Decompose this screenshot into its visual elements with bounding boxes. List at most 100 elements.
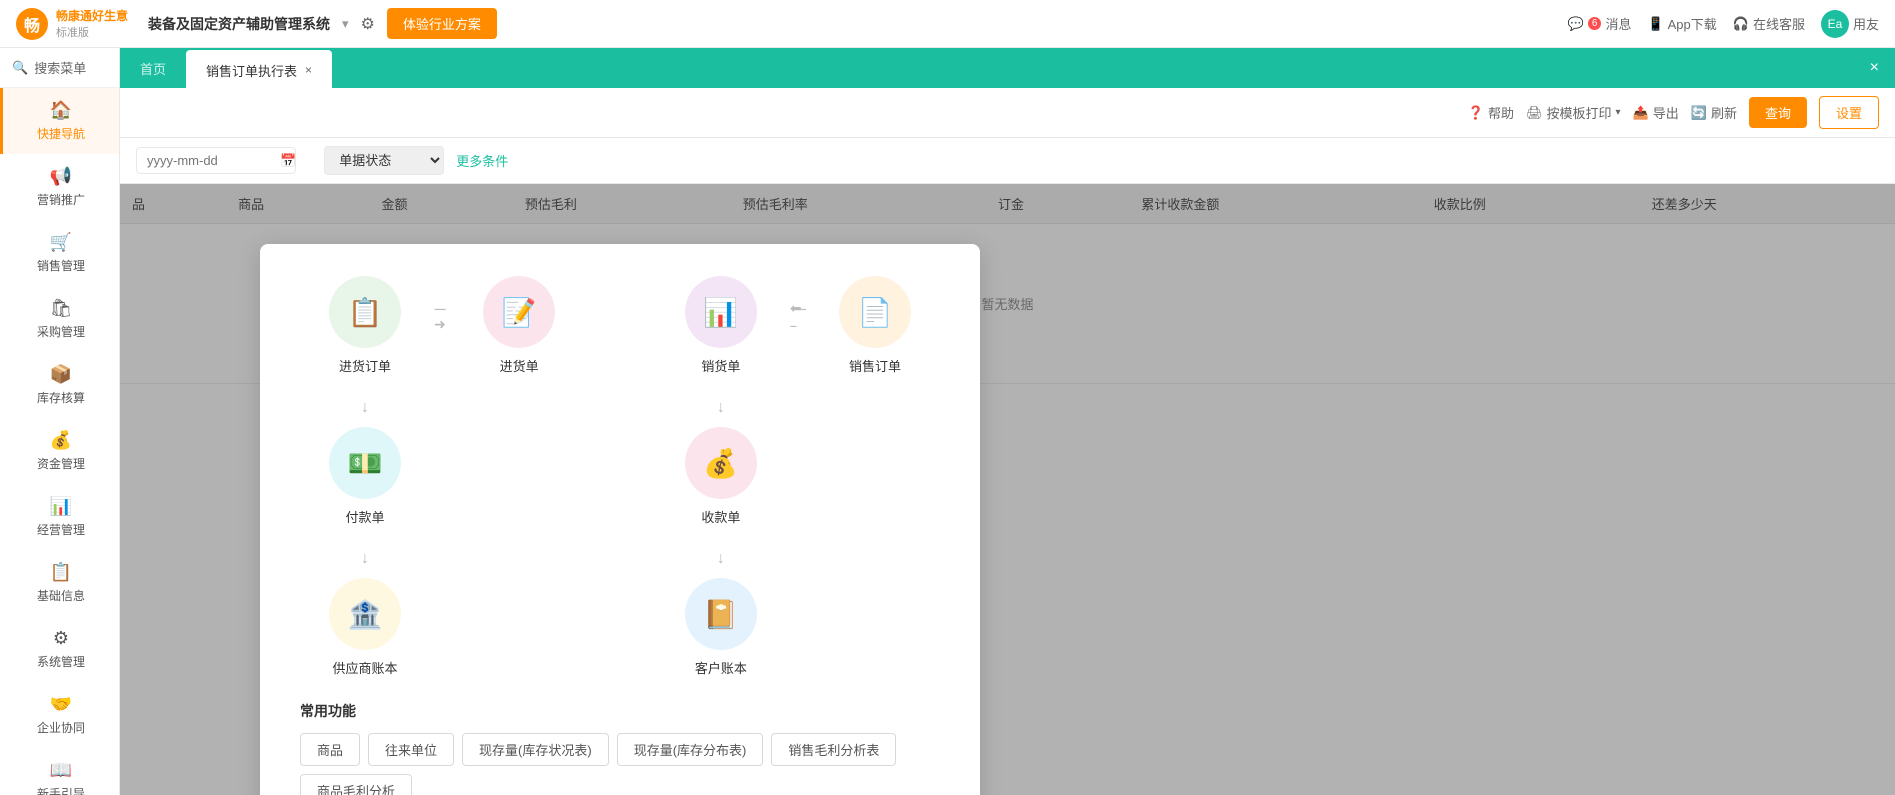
print-btn[interactable]: 🖨 按模板打印 ▾ <box>1526 103 1621 122</box>
tab-close-sales-order[interactable]: × <box>305 63 312 77</box>
cf-btn-4[interactable]: 销售毛利分析表 <box>771 733 896 766</box>
nav-items: 🏠 快捷导航 📢 营销推广 🛒 销售管理 🛍 采购管理 📦 库存核 <box>0 88 119 795</box>
avatar: Ea <box>1821 10 1849 38</box>
cf-btn-5[interactable]: 商品毛利分析 <box>300 774 412 795</box>
message-btn[interactable]: 💬 6 消息 <box>1568 14 1632 33</box>
app-download-btn[interactable]: 📱 App下载 <box>1647 14 1716 33</box>
supplier-icon: 🏦 <box>329 578 401 650</box>
down-arrow-right: ↓ <box>717 399 725 417</box>
flow-col-right: 📄 销售订单 <box>810 276 940 375</box>
customer-node: ↓ 📔 客户账本 <box>656 550 786 677</box>
experience-btn[interactable]: 体验行业方案 <box>387 8 497 39</box>
online-service-btn[interactable]: 🎧 在线客服 <box>1733 14 1805 33</box>
cf-btn-1[interactable]: 往来单位 <box>368 733 454 766</box>
search-icon: 🔍 <box>12 60 28 76</box>
flow-col-left: 📋 进货订单 ↓ 💵 <box>300 276 430 677</box>
calendar-icon: 📅 <box>280 153 296 169</box>
sidebar-item-enterprise[interactable]: 🤝 企业协同 <box>0 682 119 748</box>
top-bar-left: 畅 畅康通好生意 标准版 装备及固定资产辅助管理系统 ▾ ⚙ 体验行业方案 <box>16 7 497 40</box>
h-arrow1: - - - - ➜ <box>430 276 454 333</box>
print-dropdown-icon: ▾ <box>1616 107 1621 118</box>
payment-icon: 💵 <box>329 427 401 499</box>
sidebar-item-inventory[interactable]: 📦 库存核算 <box>0 352 119 418</box>
cf-buttons: 商品 往来单位 现存量(库存状况表) 现存量(库存分布表) 销售毛利分析表 商品… <box>300 733 940 795</box>
cf-title: 常用功能 <box>300 701 940 721</box>
message-icon: 💬 <box>1568 16 1584 32</box>
query-btn[interactable]: 查询 <box>1749 97 1807 128</box>
modal-box: 📋 进货订单 ↓ 💵 <box>260 244 980 795</box>
logo-text: 畅康通好生意 标准版 <box>56 7 128 40</box>
status-select[interactable]: 单据状态 <box>324 146 444 175</box>
tab-home[interactable]: 首页 <box>120 48 186 88</box>
content-area: 首页 销售订单执行表 × × ❓ 帮助 🖨 按模板打印 ▾ <box>120 48 1895 795</box>
purchase-bill-node: 📝 进货单 <box>454 276 584 375</box>
down-arrow-right2: ↓ <box>717 550 725 568</box>
settings-icon[interactable]: ⚙ <box>361 14 375 34</box>
setting-btn[interactable]: 设置 <box>1819 96 1879 129</box>
print-icon: 🖨 <box>1526 105 1543 121</box>
operations-icon: 📊 <box>50 496 72 517</box>
message-badge: 6 <box>1588 17 1602 30</box>
search-menu[interactable]: 🔍 搜索菜单 <box>0 48 119 88</box>
purchase-order-icon: 📋 <box>329 276 401 348</box>
filter-row: 📅 单据状态 更多条件 <box>120 138 1895 184</box>
toolbar: ❓ 帮助 🖨 按模板打印 ▾ 📤 导出 🔄 刷新 查询 设置 <box>120 88 1895 138</box>
tab-close-all-btn[interactable]: × <box>1854 59 1895 77</box>
user-area[interactable]: Ea 用友 <box>1821 10 1879 38</box>
base-info-icon: 📋 <box>50 562 72 583</box>
system-title: 装备及固定资产辅助管理系统 <box>148 14 330 34</box>
service-icon: 🎧 <box>1733 16 1749 32</box>
tab-bar: 首页 销售订单执行表 × × <box>120 48 1895 88</box>
sidebar-item-finance[interactable]: 💰 资金管理 <box>0 418 119 484</box>
sidebar-item-marketing[interactable]: 📢 营销推广 <box>0 154 119 220</box>
sidebar-item-purchase[interactable]: 🛍 采购管理 <box>0 286 119 352</box>
top-bar: 畅 畅康通好生意 标准版 装备及固定资产辅助管理系统 ▾ ⚙ 体验行业方案 💬 … <box>0 0 1895 48</box>
main-content: 品 商品 金额 预估毛利 预估毛利率 订金 累计收款金额 收款比例 还差多少天 <box>120 184 1895 795</box>
payment-node: ↓ 💵 付款单 <box>300 399 430 526</box>
enterprise-icon: 🤝 <box>50 694 72 715</box>
sidebar-item-guide[interactable]: 📖 新手引导 <box>0 748 119 795</box>
sales-bill-icon: 📊 <box>685 276 757 348</box>
sales-order-node: 📄 销售订单 <box>810 276 940 375</box>
guide-icon: 📖 <box>50 760 72 781</box>
export-icon: 📤 <box>1633 105 1649 121</box>
purchase-bill-icon: 📝 <box>483 276 555 348</box>
sidebar: 🔍 搜索菜单 🏠 快捷导航 📢 营销推广 🛒 销售管理 🛍 <box>0 48 120 795</box>
sales-icon: 🛒 <box>50 232 72 253</box>
cf-btn-0[interactable]: 商品 <box>300 733 360 766</box>
system-icon: ⚙ <box>53 628 69 649</box>
sales-order-icon: 📄 <box>839 276 911 348</box>
finance-icon: 💰 <box>50 430 72 451</box>
sidebar-item-sales[interactable]: 🛒 销售管理 <box>0 220 119 286</box>
receipt-icon: 💰 <box>685 427 757 499</box>
sidebar-item-system[interactable]: ⚙ 系统管理 <box>0 616 119 682</box>
refresh-btn[interactable]: 🔄 刷新 <box>1691 103 1737 122</box>
receipt-node: ↓ 💰 收款单 <box>656 399 786 526</box>
sidebar-item-quick-nav[interactable]: 🏠 快捷导航 <box>0 88 119 154</box>
top-bar-right: 💬 6 消息 📱 App下载 🎧 在线客服 Ea 用友 <box>1568 10 1879 38</box>
tab-sales-order[interactable]: 销售订单执行表 × <box>186 50 332 90</box>
marketing-icon: 📢 <box>50 166 72 187</box>
cf-btn-2[interactable]: 现存量(库存状况表) <box>462 733 609 766</box>
help-icon: ❓ <box>1468 105 1484 121</box>
sidebar-item-base-info[interactable]: 📋 基础信息 <box>0 550 119 616</box>
help-btn[interactable]: ❓ 帮助 <box>1468 103 1514 122</box>
date-input[interactable] <box>136 147 296 174</box>
system-dropdown-icon[interactable]: ▾ <box>342 16 349 32</box>
purchase-order-node: 📋 进货订单 <box>300 276 430 375</box>
common-functions: 常用功能 商品 往来单位 现存量(库存状况表) 现存量(库存分布表) 销售毛利分… <box>300 701 940 795</box>
flow-diagram: 📋 进货订单 ↓ 💵 <box>300 276 940 677</box>
supplier-node: ↓ 🏦 供应商账本 <box>300 550 430 677</box>
more-conditions-link[interactable]: 更多条件 <box>456 151 508 170</box>
main-layout: 🔍 搜索菜单 🏠 快捷导航 📢 营销推广 🛒 销售管理 🛍 <box>0 48 1895 795</box>
sidebar-item-operations[interactable]: 📊 经营管理 <box>0 484 119 550</box>
customer-icon: 📔 <box>685 578 757 650</box>
export-btn[interactable]: 📤 导出 <box>1633 103 1679 122</box>
down-arrow-left2: ↓ <box>361 550 369 568</box>
logo-area: 畅 畅康通好生意 标准版 <box>16 7 136 40</box>
h-arrow2: ⬅ - - - - <box>786 276 810 333</box>
flow-col-mid-right: 📊 销货单 ↓ 💰 <box>656 276 786 677</box>
home-icon: 🏠 <box>50 100 72 121</box>
sales-bill-node: 📊 销货单 <box>656 276 786 375</box>
cf-btn-3[interactable]: 现存量(库存分布表) <box>617 733 764 766</box>
